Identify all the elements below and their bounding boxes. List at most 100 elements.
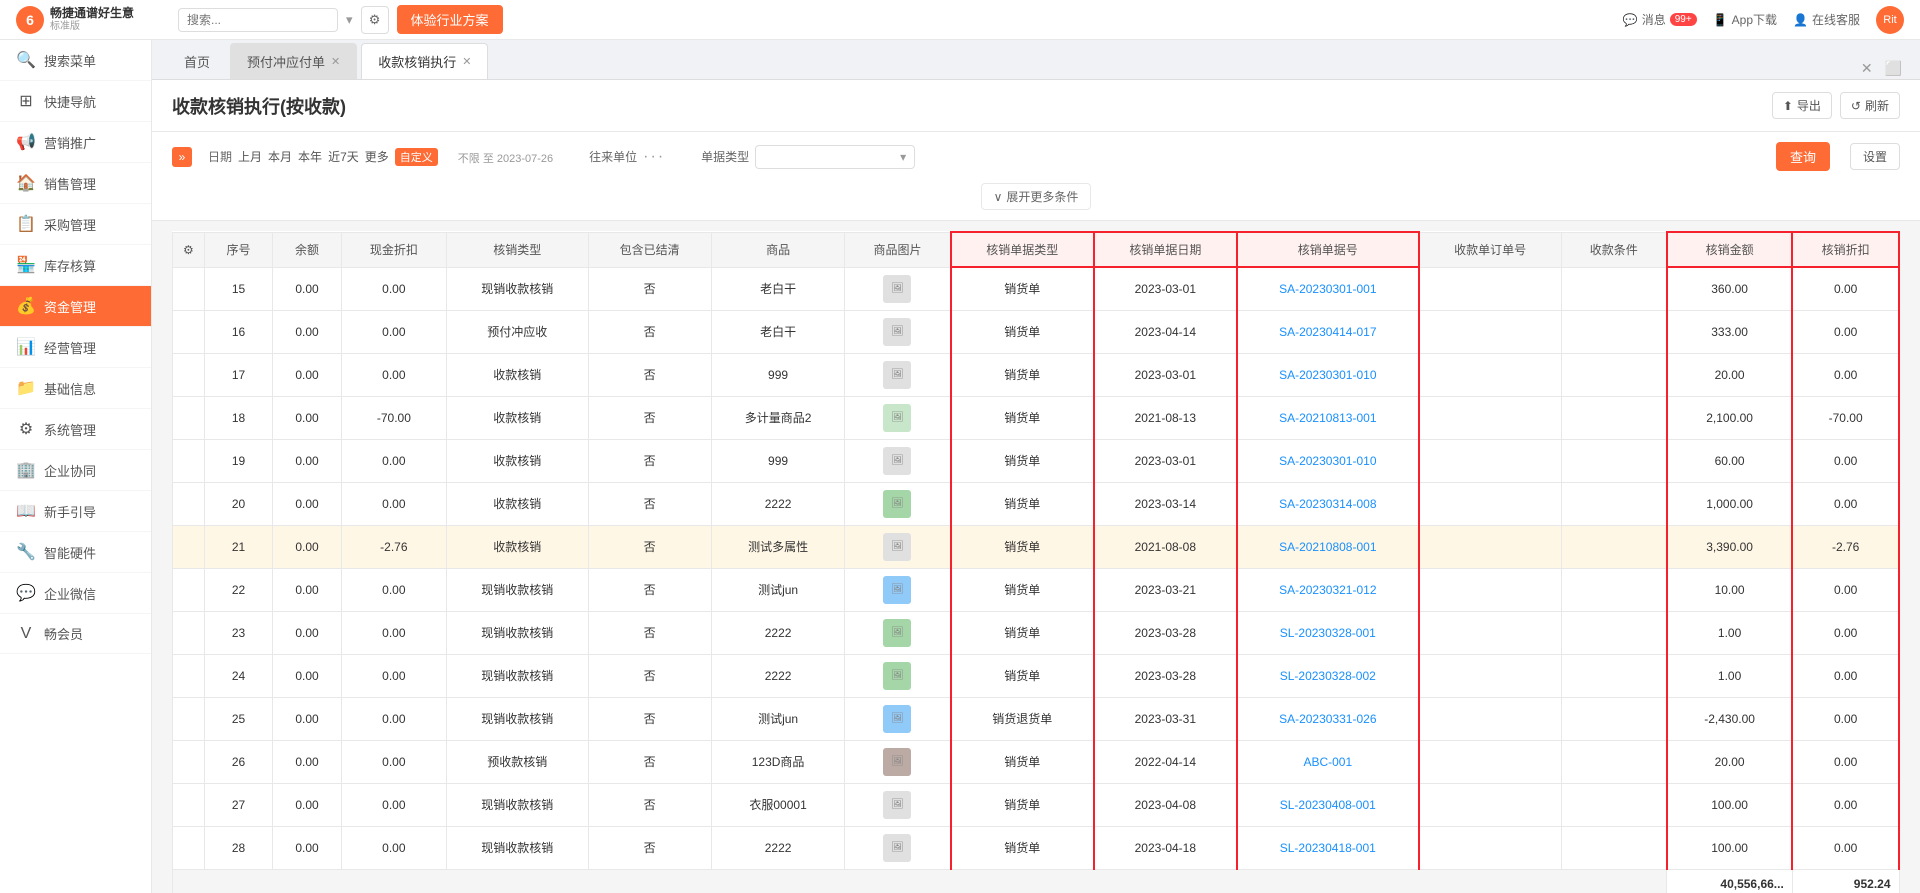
bill-no-link[interactable]: SL-20230328-002 xyxy=(1280,669,1376,683)
td-bill-date: 2023-04-08 xyxy=(1094,783,1237,826)
bill-no-link[interactable]: SA-20230301-010 xyxy=(1279,368,1376,382)
td-verify-discount: 0.00 xyxy=(1792,439,1899,482)
building-icon: 🏢 xyxy=(16,460,36,480)
app-download-button[interactable]: 📱 App下载 xyxy=(1713,11,1777,28)
table-row: 19 0.00 0.00 收款核销 否 999 🖼 销货单 2023-03-01… xyxy=(173,439,1900,482)
th-receipt-order-no: 收款单订单号 xyxy=(1419,232,1561,267)
td-config xyxy=(173,482,205,525)
th-config[interactable]: ⚙ xyxy=(173,232,205,267)
sidebar-item-system[interactable]: ⚙ 系统管理 xyxy=(0,409,151,450)
td-bill-no: SA-20230301-001 xyxy=(1237,267,1419,310)
bill-no-link[interactable]: ABC-001 xyxy=(1303,755,1352,769)
bill-no-link[interactable]: SL-20230408-001 xyxy=(1280,798,1376,812)
bill-no-link[interactable]: SA-20230301-010 xyxy=(1279,454,1376,468)
filter-settings-button[interactable]: 设置 xyxy=(1850,143,1900,170)
sidebar-item-purchase[interactable]: 📋 采购管理 xyxy=(0,204,151,245)
query-button[interactable]: 查询 xyxy=(1776,142,1830,171)
sidebar-item-finance[interactable]: 💰 资金管理 xyxy=(0,286,151,327)
td-cash-discount: 0.00 xyxy=(341,267,446,310)
td-verify-discount: -2.76 xyxy=(1792,525,1899,568)
table-row: 25 0.00 0.00 现销收款核销 否 测试jun 🖼 销货退货单 2023… xyxy=(173,697,1900,740)
download-icon: 📱 xyxy=(1713,13,1728,27)
tab-home[interactable]: 首页 xyxy=(168,44,226,79)
td-verify-discount: 0.00 xyxy=(1792,353,1899,396)
maximize-tab-icon[interactable]: ⬜ xyxy=(1883,58,1904,79)
td-product-img: 🖼 xyxy=(845,525,951,568)
partner-label: 往来单位 xyxy=(589,148,637,165)
bill-type-select[interactable]: ▾ xyxy=(755,145,915,169)
sidebar-item-label: 营销推广 xyxy=(44,133,96,152)
td-seq: 23 xyxy=(204,611,273,654)
sidebar-item-wechat[interactable]: 💬 企业微信 xyxy=(0,573,151,614)
bill-no-link[interactable]: SA-20230331-026 xyxy=(1279,712,1376,726)
td-verify-amount: 100.00 xyxy=(1667,783,1792,826)
td-bill-no: SA-20210808-001 xyxy=(1237,525,1419,568)
user-avatar[interactable]: Rit xyxy=(1876,6,1904,34)
sidebar-item-member[interactable]: V 畅会员 xyxy=(0,614,151,654)
td-include-cleared: 否 xyxy=(588,267,711,310)
close-receipt-tab-icon[interactable]: ✕ xyxy=(462,55,471,68)
sidebar-item-business[interactable]: 📊 经营管理 xyxy=(0,327,151,368)
td-seq: 17 xyxy=(204,353,273,396)
sidebar-item-sales[interactable]: 🏠 销售管理 xyxy=(0,163,151,204)
bill-no-link[interactable]: SA-20230321-012 xyxy=(1279,583,1376,597)
chevron-down-icon[interactable]: ▾ xyxy=(346,12,353,28)
td-receipt-order-no xyxy=(1419,611,1561,654)
date-this-year[interactable]: 本年 xyxy=(298,148,322,166)
td-include-cleared: 否 xyxy=(588,525,711,568)
bill-no-link[interactable]: SA-20210808-001 xyxy=(1279,540,1376,554)
td-config xyxy=(173,267,205,310)
expand-more-conditions[interactable]: ∨ 展开更多条件 xyxy=(981,183,1092,210)
th-product-img: 商品图片 xyxy=(845,232,951,267)
home-icon: 🏠 xyxy=(16,173,36,193)
td-receipt-order-no xyxy=(1419,654,1561,697)
bill-no-link[interactable]: SL-20230418-001 xyxy=(1280,841,1376,855)
tab-home-label: 首页 xyxy=(184,52,210,71)
close-prepay-tab-icon[interactable]: ✕ xyxy=(331,55,340,68)
sidebar-item-hardware[interactable]: 🔧 智能硬件 xyxy=(0,532,151,573)
date-custom[interactable]: 自定义 xyxy=(395,148,438,166)
store-icon: 🏪 xyxy=(16,255,36,275)
date-7days[interactable]: 近7天 xyxy=(328,148,359,166)
message-button[interactable]: 💬 消息 99+ xyxy=(1623,11,1697,28)
tab-prepay[interactable]: 预付冲应付单 ✕ xyxy=(230,43,357,79)
td-seq: 28 xyxy=(204,826,273,869)
online-service-button[interactable]: 👤 在线客服 xyxy=(1793,11,1860,28)
export-button[interactable]: ⬆ 导出 xyxy=(1772,92,1832,119)
sidebar-item-search[interactable]: 🔍 搜索菜单 xyxy=(0,40,151,81)
expand-filter-button[interactable]: » xyxy=(172,147,192,167)
close-tab-icon[interactable]: ✕ xyxy=(1859,58,1875,79)
bill-no-link[interactable]: SA-20230314-008 xyxy=(1279,497,1376,511)
td-balance: 0.00 xyxy=(273,568,342,611)
message-icon: 💬 xyxy=(1623,13,1638,27)
bill-no-link[interactable]: SA-20230414-017 xyxy=(1279,325,1376,339)
bill-no-link[interactable]: SA-20210813-001 xyxy=(1279,411,1376,425)
search-input[interactable] xyxy=(178,8,338,32)
sidebar-item-nav[interactable]: ⊞ 快捷导航 xyxy=(0,81,151,122)
settings-icon[interactable]: ⚙ xyxy=(361,6,389,34)
date-last-month[interactable]: 上月 xyxy=(238,148,262,166)
date-this-month[interactable]: 本月 xyxy=(268,148,292,166)
tab-receipt[interactable]: 收款核销执行 ✕ xyxy=(361,43,488,79)
table-wrap[interactable]: ⚙ 序号 余额 现金折扣 核销类型 包含已结清 商品 商品图片 核销单据类型 核… xyxy=(152,221,1920,893)
sidebar-item-guide[interactable]: 📖 新手引导 xyxy=(0,491,151,532)
refresh-button[interactable]: ↺ 刷新 xyxy=(1840,92,1900,119)
td-receipt-order-no xyxy=(1419,568,1561,611)
topbar: 6 畅捷通谱好生意 标准版 ▾ ⚙ 体验行业方案 💬 消息 99+ 📱 App下… xyxy=(0,0,1920,40)
td-bill-report-type: 销货单 xyxy=(951,439,1094,482)
bill-no-link[interactable]: SL-20230328-001 xyxy=(1280,626,1376,640)
date-more[interactable]: 更多 xyxy=(365,148,389,166)
td-seq: 25 xyxy=(204,697,273,740)
td-config xyxy=(173,353,205,396)
bill-no-link[interactable]: SA-20230301-001 xyxy=(1279,282,1376,296)
td-verify-discount: 0.00 xyxy=(1792,310,1899,353)
sidebar-item-corp[interactable]: 🏢 企业协同 xyxy=(0,450,151,491)
industry-button[interactable]: 体验行业方案 xyxy=(397,5,503,34)
td-receipt-condition xyxy=(1561,740,1667,783)
logo-icon: 6 xyxy=(16,6,44,34)
th-verify-type: 核销类型 xyxy=(446,232,588,267)
clipboard-icon: 📋 xyxy=(16,214,36,234)
sidebar-item-inventory[interactable]: 🏪 库存核算 xyxy=(0,245,151,286)
sidebar-item-marketing[interactable]: 📢 营销推广 xyxy=(0,122,151,163)
sidebar-item-basic[interactable]: 📁 基础信息 xyxy=(0,368,151,409)
